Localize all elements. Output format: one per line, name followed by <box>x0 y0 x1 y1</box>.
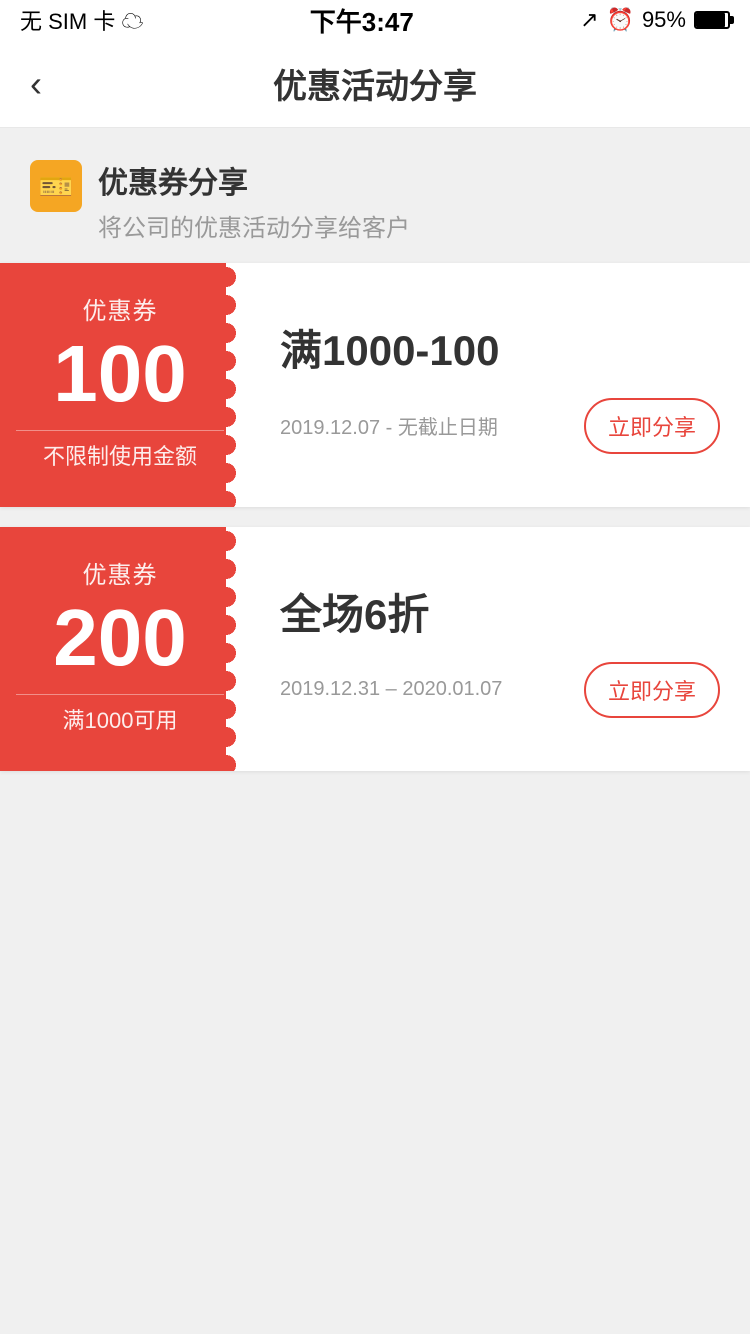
coupon-date-1: 2019.12.07 - 无截止日期 <box>280 411 498 440</box>
coupon-date-2: 2019.12.31 – 2020.01.07 <box>280 678 502 701</box>
coupon-condition-1: 不限制使用金额 <box>16 430 224 479</box>
status-right: ↗ ⏰ 95% <box>580 7 730 33</box>
status-time: 下午3:47 <box>310 2 414 39</box>
coupon-left-1: 优惠券 100 不限制使用金额 <box>0 263 240 507</box>
nav-bar: ‹ 优惠活动分享 <box>0 40 750 128</box>
share-button-1[interactable]: 立即分享 <box>584 398 720 454</box>
status-left: 无 SIM 卡 ☁ <box>20 4 143 36</box>
alarm-icon: ⏰ <box>607 7 634 33</box>
coupon-meta-2: 2019.12.31 – 2020.01.07 立即分享 <box>280 662 720 718</box>
coupon-label-1: 优惠券 <box>83 291 158 326</box>
coupon-value-1: 100 <box>53 334 186 414</box>
back-button[interactable]: ‹ <box>30 66 42 102</box>
coupon-card-1: 优惠券 100 不限制使用金额 满1000-100 2019.12.07 - 无… <box>0 263 750 507</box>
coupon-title-2: 全场6折 <box>280 581 720 642</box>
share-button-2[interactable]: 立即分享 <box>584 662 720 718</box>
empty-area <box>0 811 750 1311</box>
section-text: 优惠券分享 将公司的优惠活动分享给客户 <box>98 158 410 243</box>
coupon-meta-1: 2019.12.07 - 无截止日期 立即分享 <box>280 398 720 454</box>
page-title: 优惠活动分享 <box>273 59 477 108</box>
coupon-value-2: 200 <box>53 598 186 678</box>
coupon-card-2: 优惠券 200 满1000可用 全场6折 2019.12.31 – 2020.0… <box>0 527 750 771</box>
section-title: 优惠券分享 <box>98 158 410 202</box>
coupon-condition-2: 满1000可用 <box>16 694 224 743</box>
location-icon: ↗ <box>580 7 598 33</box>
coupon-section-icon: 🎫 <box>30 160 82 212</box>
sim-label: 无 SIM 卡 ☁ <box>20 4 143 36</box>
section-header: 🎫 优惠券分享 将公司的优惠活动分享给客户 <box>0 128 750 263</box>
coupon-label-2: 优惠券 <box>83 555 158 590</box>
coupon-right-1: 满1000-100 2019.12.07 - 无截止日期 立即分享 <box>240 263 750 507</box>
section-subtitle: 将公司的优惠活动分享给客户 <box>98 208 410 243</box>
battery-icon <box>694 11 730 29</box>
coupon-title-1: 满1000-100 <box>280 317 720 378</box>
coupon-left-2: 优惠券 200 满1000可用 <box>0 527 240 771</box>
coupon-right-2: 全场6折 2019.12.31 – 2020.01.07 立即分享 <box>240 527 750 771</box>
battery-percent: 95% <box>642 7 686 33</box>
status-bar: 无 SIM 卡 ☁ 下午3:47 ↗ ⏰ 95% <box>0 0 750 40</box>
coupon-list: 优惠券 100 不限制使用金额 满1000-100 2019.12.07 - 无… <box>0 263 750 811</box>
